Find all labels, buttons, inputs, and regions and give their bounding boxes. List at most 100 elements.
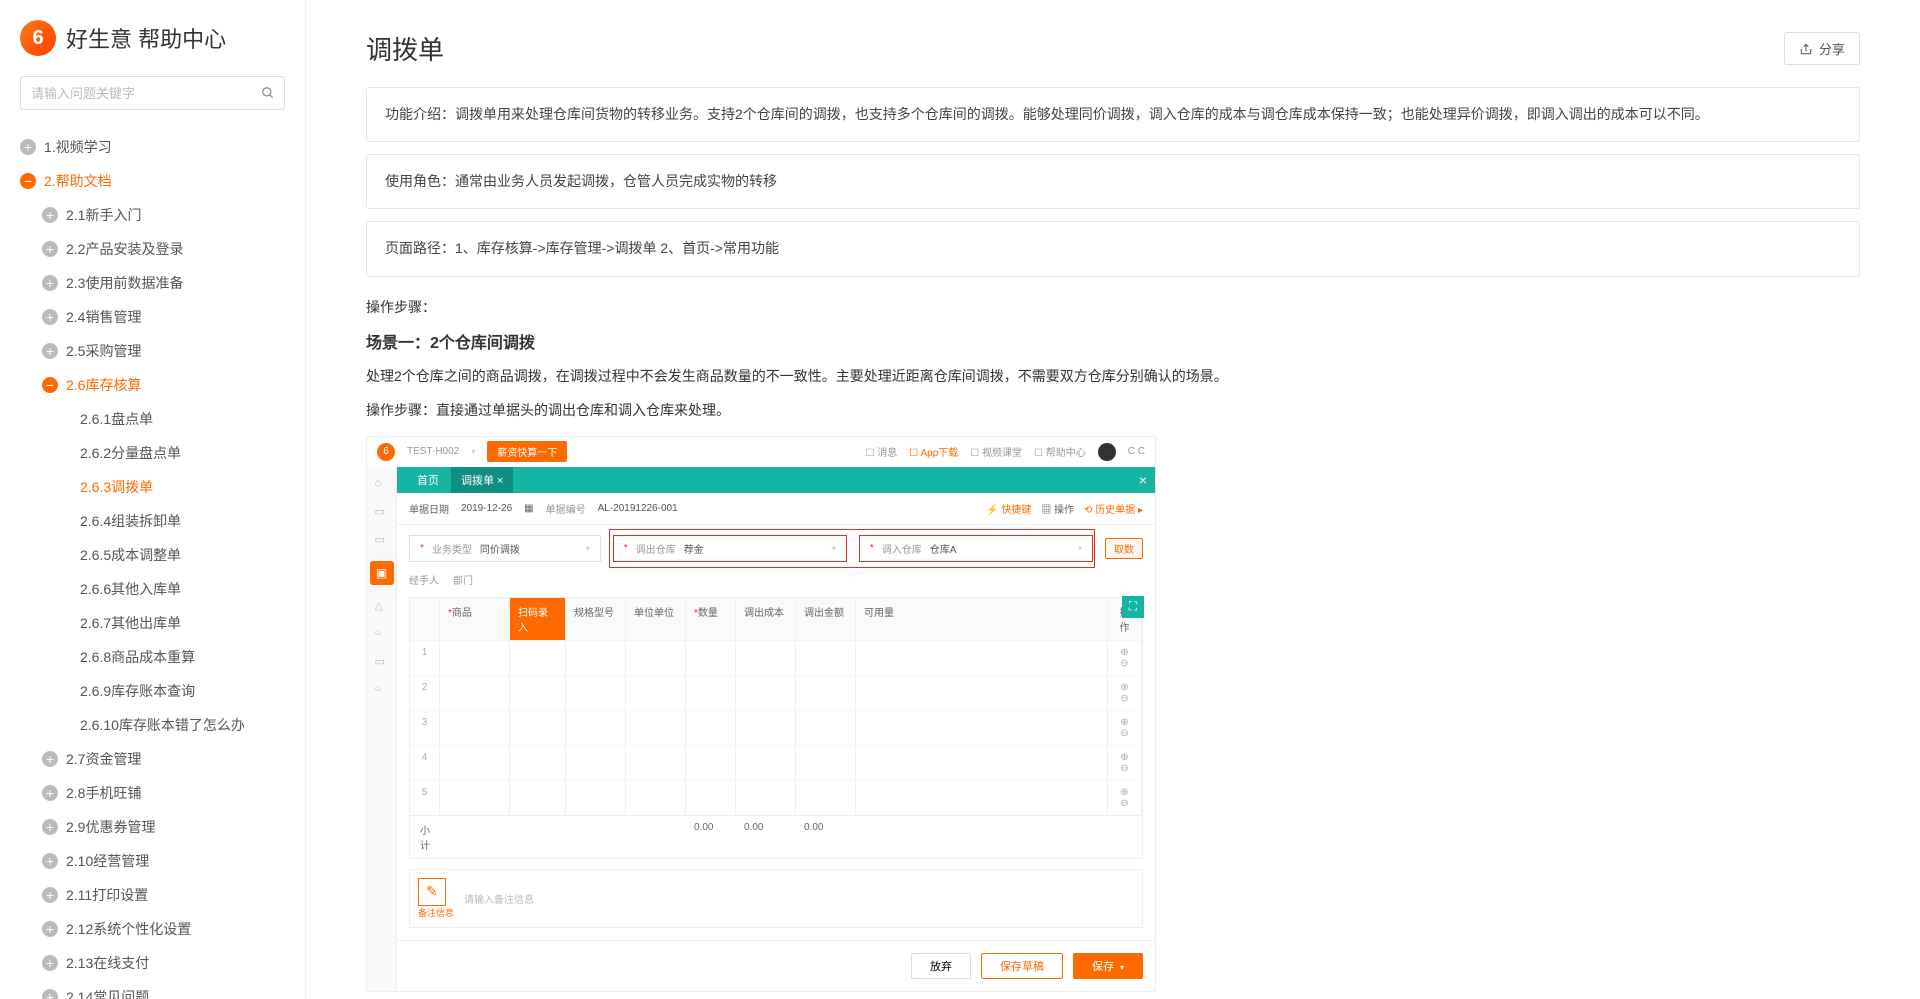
expand-icon	[42, 853, 58, 869]
nav-item-2-10[interactable]: 2.10经营管理	[20, 844, 285, 878]
nav-item-2-11[interactable]: 2.11打印设置	[20, 878, 285, 912]
scenario-1-desc: 处理2个仓库之间的商品调拨，在调拨过程中不会发生商品数量的不一致性。主要处理近距…	[366, 363, 1860, 390]
shot-topbar: 6 TEST-H002 ▾ 薪资快算一下 ☐ 消息 ☐ App下载 ☐ 视频课堂…	[367, 437, 1155, 467]
box-icon: △	[375, 599, 389, 613]
collapse-icon	[42, 377, 58, 393]
nav-item-2-6-10[interactable]: 2.6.10库存账本错了怎么办	[20, 708, 285, 742]
page-title: 调拨单	[366, 30, 444, 67]
expand-icon	[42, 343, 58, 359]
expand-icon	[42, 989, 58, 999]
expand-icon	[42, 819, 58, 835]
nav-item-2-6-2[interactable]: 2.6.2分量盘点单	[20, 436, 285, 470]
shot-draft-button: 保存草稿	[981, 953, 1063, 979]
expand-icon	[42, 955, 58, 971]
shot-try-button: 薪资快算一下	[487, 441, 567, 462]
nav-item-2-6-9[interactable]: 2.6.9库存账本查询	[20, 674, 285, 708]
close-icon: ×	[1131, 467, 1155, 493]
nav-item-2-7[interactable]: 2.7资金管理	[20, 742, 285, 776]
expand-icon	[42, 309, 58, 325]
shot-ops-link: ▦ 操作	[1041, 501, 1074, 516]
brand-title: 好生意 帮助中心	[66, 22, 226, 54]
nav-item-2-13[interactable]: 2.13在线支付	[20, 946, 285, 980]
shot-quick-link: ⚡ 快捷键	[986, 501, 1031, 516]
nav-item-2-4[interactable]: 2.4销售管理	[20, 300, 285, 334]
scenario-1-steps: 操作步骤：直接通过单据头的调出仓库和调入仓库来处理。	[366, 397, 1860, 424]
cart-icon: ▭	[375, 533, 389, 547]
brand-logo-icon: 6	[20, 20, 56, 56]
scenario-1-title: 场景一：2个仓库间调拨	[366, 329, 1860, 353]
chevron-down-icon: ▾	[471, 447, 475, 456]
shot-history-link: ⟲ 历史单据 ▸	[1084, 501, 1143, 516]
expand-icon	[42, 207, 58, 223]
shot-biztype-field: *业务类型同价调拨▾	[409, 535, 601, 562]
nav-item-2-6-5[interactable]: 2.6.5成本调整单	[20, 538, 285, 572]
screenshot-1: 6 TEST-H002 ▾ 薪资快算一下 ☐ 消息 ☐ App下载 ☐ 视频课堂…	[366, 436, 1156, 992]
shot-tab-doc: 调拨单 ×	[451, 467, 513, 493]
role-box: 使用角色：通常由业务人员发起调拨，仓管人员完成实物的转移	[366, 154, 1860, 209]
shot-tab-home: 首页	[407, 467, 449, 493]
expand-icon	[42, 241, 58, 257]
nav-item-2-3[interactable]: 2.3使用前数据准备	[20, 266, 285, 300]
nav-item-2-6-3[interactable]: 2.6.3调拨单	[20, 470, 285, 504]
expand-icon	[42, 785, 58, 801]
nav-item-2-14[interactable]: 2.14常见问题	[20, 980, 285, 999]
brand: 6 好生意 帮助中心	[20, 20, 285, 56]
shot-table: ⛶ *商品 扫码录入 规格型号 单位单位 *数量 调出成本 调出金额 可用量 操…	[409, 597, 1143, 859]
shot-remark-input: 请输入备注信息	[464, 891, 1134, 906]
shot-app-link: ☐ App下载	[909, 444, 958, 459]
main-content: 调拨单 分享 功能介绍：调拨单用来处理仓库间货物的转移业务。支持2个仓库间的调拨…	[306, 0, 1920, 999]
expand-icon	[42, 921, 58, 937]
expand-icon	[42, 751, 58, 767]
nav-item-2-8[interactable]: 2.8手机旺铺	[20, 776, 285, 810]
shot-logo-icon: 6	[377, 443, 395, 461]
note-icon: ✎	[418, 878, 446, 906]
nav-item-2-6-7[interactable]: 2.6.7其他出库单	[20, 606, 285, 640]
nav-item-video-learning[interactable]: 1.视频学习	[20, 130, 285, 164]
shot-remark: ✎ 备注信息 请输入备注信息	[409, 869, 1143, 928]
calendar-icon: ▦	[524, 503, 533, 514]
shot-video-link: ☐ 视频课堂	[970, 444, 1022, 459]
nav-item-2-2[interactable]: 2.2产品安装及登录	[20, 232, 285, 266]
expand-icon	[20, 139, 36, 155]
sidebar: 6 好生意 帮助中心 1.视频学习 2.帮助文档 2.1新手入门 2.2产品安装…	[0, 0, 306, 999]
collapse-icon	[20, 173, 36, 189]
shot-tenant: TEST-H002	[407, 446, 459, 457]
search-input[interactable]	[20, 76, 285, 110]
shot-siderail: ⌂ ▭ ▭ ▣ △ ○ ▭ ○	[367, 467, 397, 991]
shot-fetch-button: 取数	[1105, 538, 1143, 559]
nav-item-2-9[interactable]: 2.9优惠券管理	[20, 810, 285, 844]
shot-dept-label: 部门	[453, 572, 473, 587]
shot-code-label: 单据编号	[546, 501, 586, 516]
shot-in-warehouse-field: *调入仓库仓库A▾	[859, 535, 1093, 562]
avatar-icon	[1098, 443, 1116, 461]
warehouse-icon: ▣	[370, 561, 394, 585]
doc-icon: ▭	[375, 505, 389, 519]
intro-box: 功能介绍：调拨单用来处理仓库间货物的转移业务。支持2个仓库间的调拨，也支持多个仓…	[366, 87, 1860, 142]
nav-item-help-docs[interactable]: 2.帮助文档	[20, 164, 285, 198]
steps-label: 操作步骤：	[366, 297, 1860, 317]
shot-handler-label: 经手人	[409, 572, 439, 587]
money-icon: ○	[375, 627, 389, 641]
nav-item-2-6-1[interactable]: 2.6.1盘点单	[20, 402, 285, 436]
share-button[interactable]: 分享	[1784, 32, 1860, 65]
nav-item-2-6-4[interactable]: 2.6.4组装拆卸单	[20, 504, 285, 538]
home-icon: ⌂	[375, 477, 389, 491]
shot-tabs: 首页 调拨单 × ×	[397, 467, 1155, 493]
search-icon	[261, 86, 275, 100]
share-icon	[1799, 42, 1813, 56]
nav-item-2-12[interactable]: 2.12系统个性化设置	[20, 912, 285, 946]
shot-date-label: 单据日期	[409, 501, 449, 516]
shot-code: AL-20191226-001	[598, 503, 678, 514]
shot-save-button: 保存▾	[1073, 953, 1143, 979]
shot-out-warehouse-field: *调出仓库荐金▾	[613, 535, 847, 562]
nav-item-2-1[interactable]: 2.1新手入门	[20, 198, 285, 232]
search-wrap	[20, 76, 285, 110]
shot-discard-button: 放弃	[911, 953, 971, 979]
nav-item-2-5[interactable]: 2.5采购管理	[20, 334, 285, 368]
expand-icon	[42, 275, 58, 291]
nav-item-2-6-8[interactable]: 2.6.8商品成本重算	[20, 640, 285, 674]
shot-date: 2019-12-26	[461, 503, 512, 514]
nav-item-2-6-6[interactable]: 2.6.6其他入库单	[20, 572, 285, 606]
nav-item-2-6[interactable]: 2.6库存核算	[20, 368, 285, 402]
path-box: 页面路径：1、库存核算->库存管理->调拨单 2、首页->常用功能	[366, 221, 1860, 276]
